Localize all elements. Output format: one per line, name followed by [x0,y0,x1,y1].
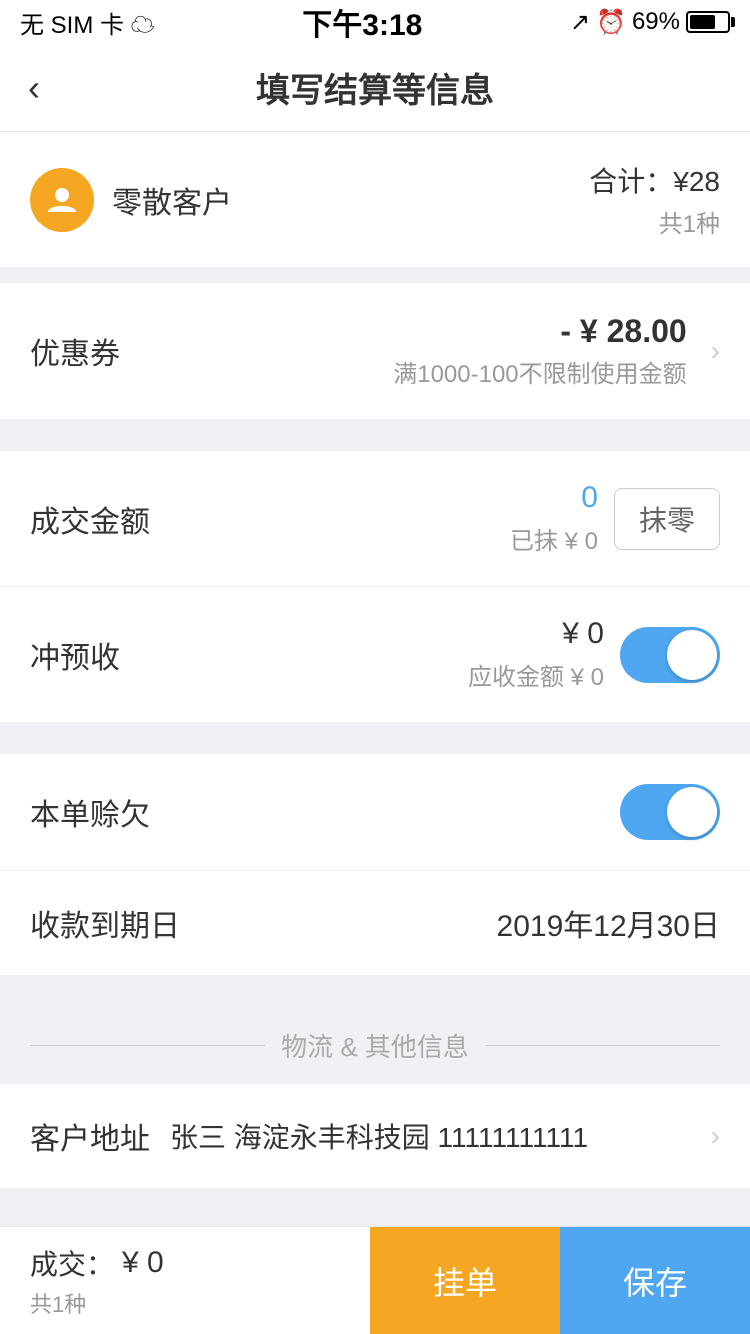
address-row[interactable]: 客户地址 张三 海淀永丰科技园 11111111111 › [0,1084,750,1189]
customer-left: 零散客户 [30,168,232,232]
status-bar: 无 SIM 卡 ☁ 下午3:18 ↗ ⏰ 69% [0,0,750,44]
customer-right: 合计：¥28 共1种 [589,160,720,239]
bottom-bar: 成交： ¥ 0 共1种 挂单 保存 [0,1226,750,1334]
coupon-value-group: - ¥ 28.00 满1000-100不限制使用金额 [393,313,686,389]
battery-icon [686,11,730,33]
nav-bar: ‹ 填写结算等信息 [0,44,750,132]
bottom-deal: 成交： ¥ 0 [30,1243,340,1283]
save-button[interactable]: 保存 [560,1227,750,1334]
avatar [30,168,94,232]
bottom-info: 成交： ¥ 0 共1种 [0,1243,370,1319]
back-button[interactable]: ‹ [28,67,40,109]
prepayment-value-group: ¥ 0 应收金额 ¥ 0 [468,617,604,692]
address-section: 客户地址 张三 海淀永丰科技园 11111111111 › [0,1084,750,1189]
customer-total: 合计：¥28 [589,160,720,200]
due-date-label: 收款到期日 [30,901,180,945]
content: 零散客户 合计：¥28 共1种 优惠券 - ¥ 28.00 满1000-100不… [0,132,750,1325]
logistics-label: 物流 & 其他信息 [281,1027,469,1064]
address-chevron-icon: › [711,1120,720,1152]
section-divider-1 [0,435,750,451]
prepayment-sub: 应收金额 ¥ 0 [468,657,604,692]
alarm-icon: ⏰ [596,8,626,37]
credit-label: 本单赊欠 [30,790,150,834]
due-date-value: 2019年12月30日 [497,901,720,945]
page-title: 填写结算等信息 [256,63,494,112]
credit-toggle[interactable] [620,784,720,840]
battery-percent: 69% [632,8,680,36]
credit-section: 本单赊欠 收款到期日 2019年12月30日 [0,754,750,975]
bottom-deal-amount: ¥ 0 [122,1246,164,1280]
address-label: 客户地址 [30,1114,150,1158]
status-time: 下午3:18 [302,0,422,44]
coupon-section: 优惠券 - ¥ 28.00 满1000-100不限制使用金额 › [0,283,750,419]
transaction-value[interactable]: 0 [581,481,598,515]
coupon-discount-value: - ¥ 28.00 [393,313,686,350]
prepayment-toggle[interactable] [620,627,720,683]
chevron-right-icon: › [711,335,720,367]
transaction-row: 成交金额 0 已抹 ¥ 0 抹零 [0,451,750,587]
credit-row: 本单赊欠 [0,754,750,871]
no-sim-text: 无 SIM 卡 ☁ [20,5,155,40]
customer-section: 零散客户 合计：¥28 共1种 [0,132,750,267]
prepayment-value: ¥ 0 [468,617,604,651]
address-value: 张三 海淀永丰科技园 11111111111 [170,1116,703,1156]
section-divider-3 [0,991,750,1007]
toggle-knob [667,630,717,680]
status-right: ↗ ⏰ 69% [570,8,730,37]
pending-button[interactable]: 挂单 [370,1227,560,1334]
bottom-deal-label: 成交： [30,1243,114,1283]
transaction-label: 成交金额 [30,497,150,541]
credit-toggle-knob [667,787,717,837]
transaction-right: 0 已抹 ¥ 0 抹零 [510,481,720,556]
credit-right [620,784,720,840]
transaction-section: 成交金额 0 已抹 ¥ 0 抹零 冲预收 ¥ 0 应收金额 ¥ 0 [0,451,750,722]
logistics-header: 物流 & 其他信息 [0,1007,750,1084]
prepayment-label: 冲预收 [30,633,120,677]
round-zero-button[interactable]: 抹零 [614,488,720,550]
coupon-right: - ¥ 28.00 满1000-100不限制使用金额 › [393,313,720,389]
battery-fill [690,15,715,29]
coupon-discount-sub: 满1000-100不限制使用金额 [393,354,686,389]
prepayment-right: ¥ 0 应收金额 ¥ 0 [468,617,720,692]
customer-count: 共1种 [589,204,720,239]
transaction-amount-area: 0 已抹 ¥ 0 [510,481,598,556]
due-date-row[interactable]: 收款到期日 2019年12月30日 [0,871,750,975]
navigation-icon: ↗ [570,8,590,37]
transaction-sub: 已抹 ¥ 0 [510,521,598,556]
section-divider-2 [0,738,750,754]
customer-name: 零散客户 [112,178,232,222]
coupon-label: 优惠券 [30,329,120,373]
status-left: 无 SIM 卡 ☁ [20,5,155,40]
prepayment-row: 冲预收 ¥ 0 应收金额 ¥ 0 [0,587,750,722]
bottom-count: 共1种 [30,1287,340,1319]
coupon-row[interactable]: 优惠券 - ¥ 28.00 满1000-100不限制使用金额 › [0,283,750,419]
